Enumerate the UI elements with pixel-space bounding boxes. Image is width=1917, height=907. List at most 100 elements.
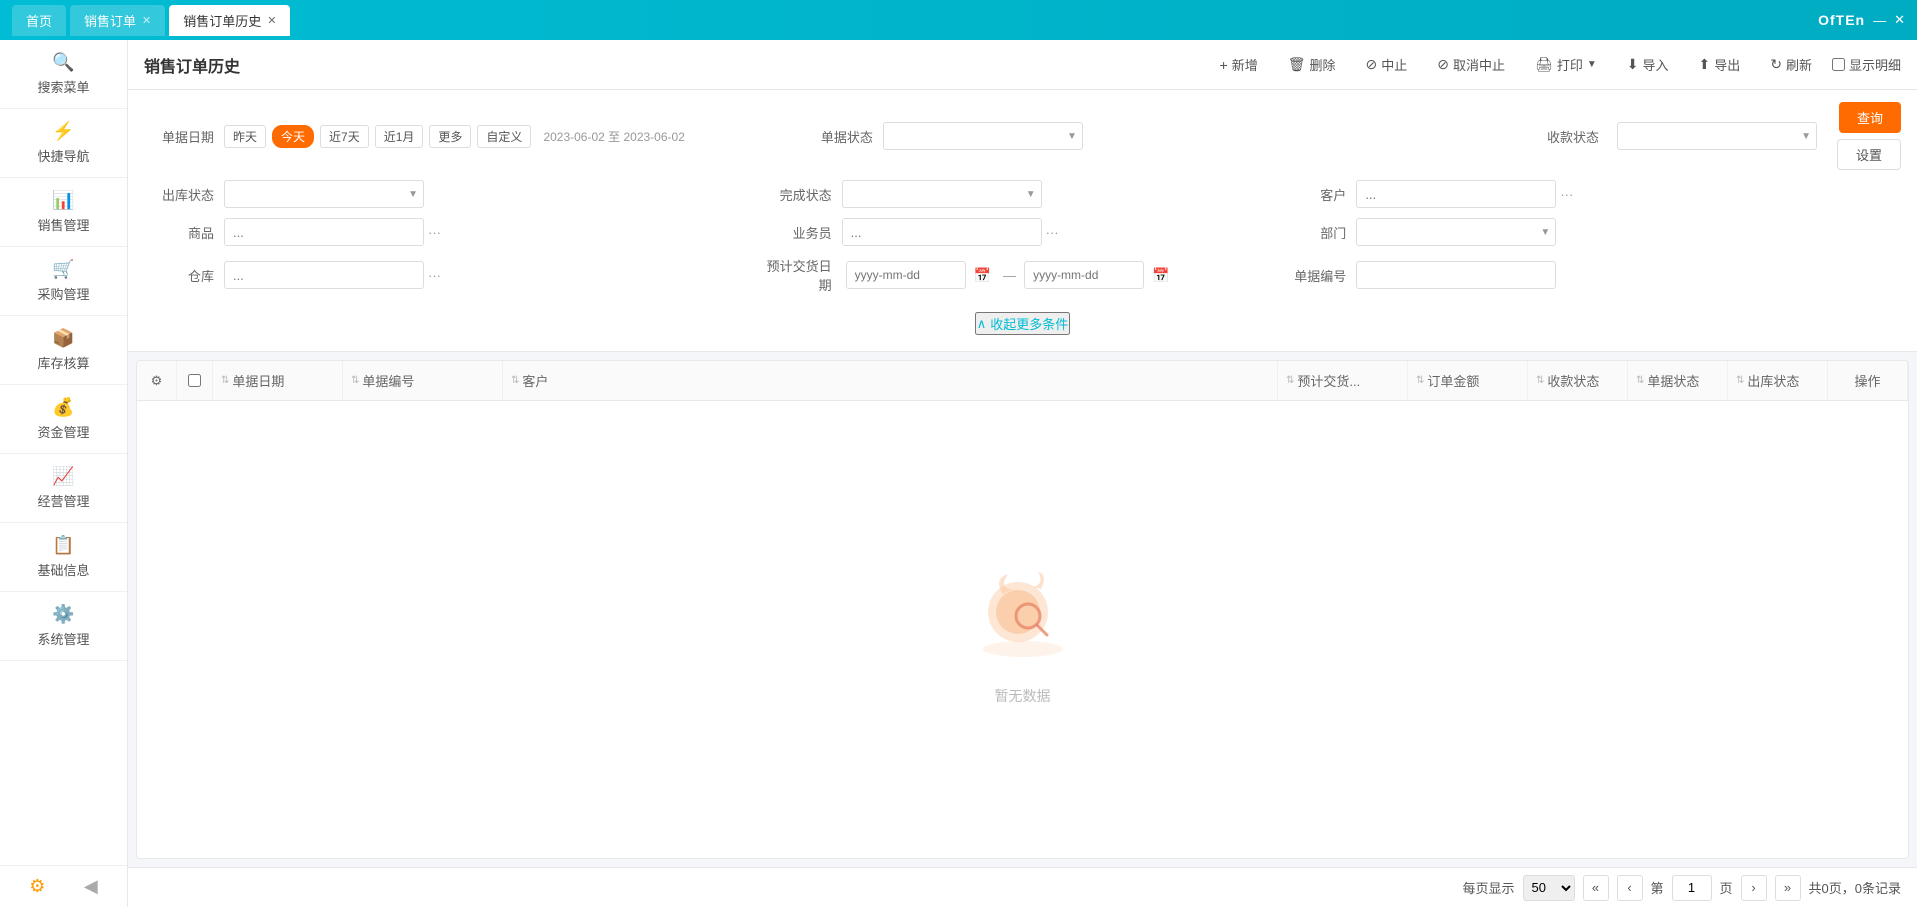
- th-outbound-status[interactable]: ⇅ 出库状态: [1728, 361, 1828, 400]
- dept-select[interactable]: [1356, 218, 1556, 246]
- date-custom[interactable]: 自定义: [477, 125, 531, 148]
- date-more[interactable]: 更多: [429, 125, 471, 148]
- next-page-button[interactable]: ›: [1741, 875, 1767, 901]
- date-yesterday[interactable]: 昨天: [224, 125, 266, 148]
- outbound-select[interactable]: [224, 180, 424, 208]
- sidebar-item-finance[interactable]: 💰 资金管理: [0, 385, 127, 454]
- sidebar-item-purchase[interactable]: 🛒 采购管理: [0, 247, 127, 316]
- th-num-label: 单据编号: [362, 371, 414, 390]
- page-number-input[interactable]: [1672, 875, 1712, 901]
- tab-home[interactable]: 首页: [12, 5, 66, 36]
- prev-page-button[interactable]: ‹: [1617, 875, 1643, 901]
- print-button[interactable]: 🖨 打印 ▼: [1525, 50, 1607, 79]
- sidebar-item-search[interactable]: 🔍 搜索菜单: [0, 40, 127, 109]
- complete-select-wrapper: ▼: [842, 180, 1042, 208]
- th-customer[interactable]: ⇅ 客户: [503, 361, 1278, 400]
- sidebar-item-sales[interactable]: 📊 销售管理: [0, 178, 127, 247]
- th-gear[interactable]: ⚙: [137, 361, 177, 400]
- page-label: 第: [1651, 878, 1664, 897]
- th-bill-status[interactable]: ⇅ 单据状态: [1628, 361, 1728, 400]
- collapse-button[interactable]: ∧ 收起更多条件: [975, 312, 1071, 335]
- last-page-button[interactable]: »: [1775, 875, 1801, 901]
- delivery-end-input[interactable]: [1024, 261, 1144, 289]
- import-button[interactable]: ⬇ 导入: [1617, 50, 1679, 79]
- stop-button[interactable]: ⊘ 中止: [1356, 50, 1418, 79]
- last-page-icon: »: [1784, 880, 1791, 895]
- delete-button[interactable]: 🗑 删除: [1278, 50, 1346, 79]
- customer-more-icon[interactable]: ···: [1560, 187, 1573, 202]
- delivery-label: 预计交货日期: [762, 256, 842, 294]
- warehouse-input[interactable]: [224, 261, 424, 289]
- window-close[interactable]: ✕: [1894, 12, 1905, 28]
- tab-sales-history[interactable]: 销售订单历史 ✕: [169, 5, 290, 36]
- settings-bottom-icon[interactable]: ⚙: [29, 876, 45, 897]
- sort-icon-customer: ⇅: [511, 375, 519, 386]
- content-area: 销售订单历史 + 新增 🗑 删除 ⊘ 中止 ⊘ 取消中止: [128, 40, 1917, 907]
- filter-row-4: 仓库 ··· 预计交货日期 📅 — 📅 单据编号: [144, 256, 1901, 294]
- sidebar-search-label: 搜索菜单: [37, 77, 89, 96]
- date-today[interactable]: 今天: [272, 125, 314, 148]
- th-delivery[interactable]: ⇅ 预计交货...: [1278, 361, 1408, 400]
- first-page-button[interactable]: «: [1583, 875, 1609, 901]
- query-button[interactable]: 查询: [1839, 102, 1901, 133]
- top-bar: 首页 销售订单 ✕ 销售订单历史 ✕ OfTEn — ✕: [0, 0, 1917, 40]
- bill-status-select[interactable]: [883, 122, 1083, 150]
- cancel-stop-button[interactable]: ⊘ 取消中止: [1427, 50, 1515, 79]
- order-num-input[interactable]: [1356, 261, 1556, 289]
- refresh-button[interactable]: ↻ 刷新: [1760, 50, 1822, 79]
- set-button[interactable]: 设置: [1837, 139, 1901, 170]
- pagination: 每页显示 10 20 50 100 « ‹ 第 页 › » 共0页，0条记录: [128, 867, 1917, 907]
- select-all-checkbox[interactable]: [188, 374, 201, 387]
- sidebar-inventory-label: 库存核算: [37, 353, 89, 372]
- page-title: 销售订单历史: [144, 53, 240, 77]
- delivery-start-calendar-icon[interactable]: 📅: [974, 267, 991, 284]
- sidebar-item-system[interactable]: ⚙️ 系统管理: [0, 592, 127, 661]
- tab-sales-history-close[interactable]: ✕: [267, 14, 276, 27]
- sidebar-basic-label: 基础信息: [37, 560, 89, 579]
- warehouse-label: 仓库: [144, 266, 224, 285]
- table-area: ⚙ ⇅ 单据日期 ⇅ 单据编号 ⇅ 客户 ⇅: [136, 360, 1909, 859]
- th-payment-status[interactable]: ⇅ 收款状态: [1528, 361, 1628, 400]
- sidebar-finance-label: 资金管理: [37, 422, 89, 441]
- th-date[interactable]: ⇅ 单据日期: [213, 361, 343, 400]
- next-page-icon: ›: [1751, 880, 1755, 895]
- main-layout: 🔍 搜索菜单 ⚡ 快捷导航 📊 销售管理 🛒 采购管理 📦 库存核算 💰 资金管…: [0, 40, 1917, 907]
- sidebar-item-operation[interactable]: 📈 经营管理: [0, 454, 127, 523]
- delivery-start-input[interactable]: [846, 261, 966, 289]
- date-1month[interactable]: 近1月: [375, 125, 424, 148]
- filter-row-2: 出库状态 ▼ 完成状态 ▼: [144, 180, 1901, 208]
- date-range-display: 2023-06-02 至 2023-06-02: [543, 128, 684, 145]
- date-value: 昨天 今天 近7天 近1月 更多 自定义 2023-06-02 至 2023-0…: [224, 125, 803, 148]
- salesperson-more-icon[interactable]: ···: [1046, 225, 1059, 240]
- complete-select[interactable]: [842, 180, 1042, 208]
- th-amount[interactable]: ⇅ 订单金额: [1408, 361, 1528, 400]
- new-button[interactable]: + 新增: [1210, 50, 1268, 79]
- product-more-icon[interactable]: ···: [428, 225, 441, 240]
- export-button[interactable]: ⬆ 导出: [1688, 50, 1750, 79]
- th-outbound-label: 出库状态: [1747, 371, 1799, 390]
- page-header: 销售订单历史 + 新增 🗑 删除 ⊘ 中止 ⊘ 取消中止: [128, 40, 1917, 90]
- date-7days[interactable]: 近7天: [320, 125, 369, 148]
- payment-status-select[interactable]: [1617, 122, 1817, 150]
- th-checkbox[interactable]: [177, 361, 213, 400]
- filter-row-1: 单据日期 昨天 今天 近7天 近1月 更多 自定义 2023-06-02 至 2…: [144, 102, 1901, 170]
- sidebar-item-quicknav[interactable]: ⚡ 快捷导航: [0, 109, 127, 178]
- display-toggle-label: 显示明细: [1849, 55, 1901, 74]
- collapse-sidebar-icon[interactable]: ◀: [84, 876, 98, 897]
- warehouse-more-icon[interactable]: ···: [428, 268, 441, 283]
- sidebar-item-basic[interactable]: 📋 基础信息: [0, 523, 127, 592]
- sidebar-bottom: ⚙ ◀: [0, 865, 127, 907]
- th-num[interactable]: ⇅ 单据编号: [343, 361, 503, 400]
- delivery-end-calendar-icon[interactable]: 📅: [1152, 267, 1169, 284]
- bill-status-label: 单据状态: [803, 127, 883, 146]
- product-input[interactable]: [224, 218, 424, 246]
- display-toggle-checkbox[interactable]: [1832, 58, 1845, 71]
- customer-input[interactable]: [1356, 180, 1556, 208]
- sidebar-item-inventory[interactable]: 📦 库存核算: [0, 316, 127, 385]
- print-icon: 🖨: [1535, 56, 1553, 73]
- tab-sales-order-close[interactable]: ✕: [142, 14, 151, 27]
- window-minimize[interactable]: —: [1873, 13, 1886, 28]
- salesperson-input[interactable]: [842, 218, 1042, 246]
- tab-sales-order[interactable]: 销售订单 ✕: [70, 5, 165, 36]
- per-page-select[interactable]: 10 20 50 100: [1523, 875, 1575, 901]
